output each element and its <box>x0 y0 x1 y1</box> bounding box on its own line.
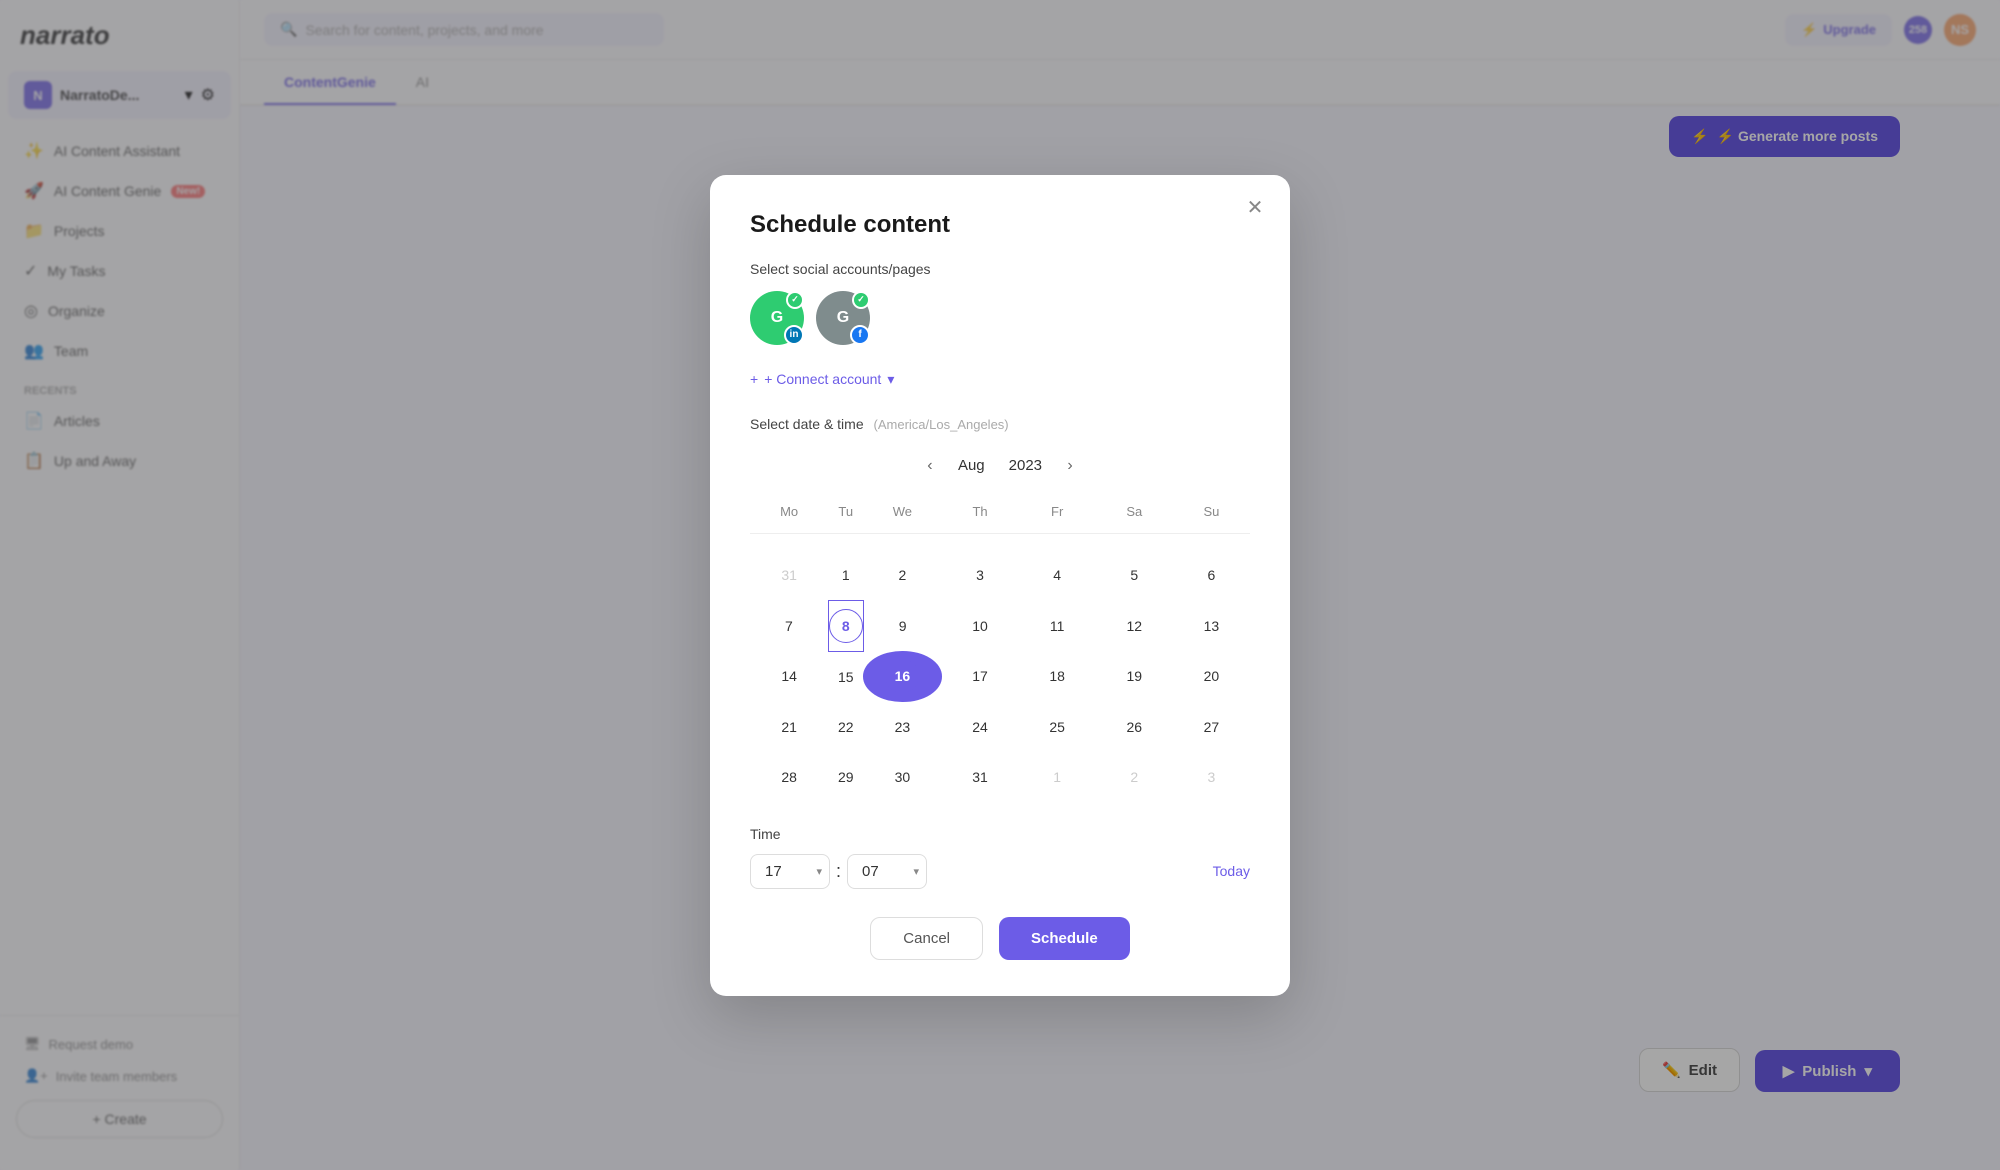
calendar-day[interactable]: 27 <box>1173 702 1250 752</box>
calendar-next-button[interactable]: › <box>1054 450 1086 482</box>
calendar-header: ‹ Aug 2023 › <box>750 450 1250 482</box>
calendar-day[interactable]: 14 <box>750 651 828 702</box>
weekday-tu: Tu <box>828 498 863 525</box>
calendar-day[interactable]: 6 <box>1173 550 1250 601</box>
datetime-section-label: Select date & time (America/Los_Angeles) <box>750 416 1250 432</box>
calendar-day[interactable]: 24 <box>942 702 1019 752</box>
timezone-label: (America/Los_Angeles) <box>874 417 1009 432</box>
facebook-badge: f <box>850 325 870 345</box>
weekday-fr: Fr <box>1019 498 1096 525</box>
calendar-grid: Mo Tu We Th Fr Sa Su 3112345678910111213… <box>750 498 1250 802</box>
calendar-day[interactable]: 8 <box>828 600 863 651</box>
time-section: Time 17 000102 030405 060708 091011 1213… <box>750 826 1250 889</box>
calendar-day[interactable]: 11 <box>1019 600 1096 651</box>
calendar-week-row: 14151617181920 <box>750 651 1250 702</box>
weekday-we: We <box>863 498 941 525</box>
calendar-day[interactable]: 28 <box>750 752 828 802</box>
calendar: ‹ Aug 2023 › Mo Tu We Th Fr Sa Su <box>750 450 1250 802</box>
calendar-week-row: 28293031123 <box>750 752 1250 802</box>
calendar-weekdays-row: Mo Tu We Th Fr Sa Su <box>750 498 1250 525</box>
calendar-day[interactable]: 22 <box>828 702 863 752</box>
calendar-day[interactable]: 7 <box>750 600 828 651</box>
weekday-sa: Sa <box>1096 498 1173 525</box>
weekday-su: Su <box>1173 498 1250 525</box>
modal-overlay: ✕ Schedule content Select social account… <box>0 0 2000 1170</box>
calendar-day[interactable]: 26 <box>1096 702 1173 752</box>
facebook-account[interactable]: G ✓ f <box>816 291 870 345</box>
minute-select[interactable]: 07 0015 3045 <box>847 854 927 889</box>
schedule-button[interactable]: Schedule <box>999 917 1130 960</box>
modal-close-button[interactable]: ✕ <box>1240 193 1270 223</box>
calendar-day[interactable]: 3 <box>942 550 1019 601</box>
calendar-day[interactable]: 9 <box>863 600 941 651</box>
connect-account-button[interactable]: + + Connect account ▾ <box>750 365 894 394</box>
modal-footer: Cancel Schedule <box>750 917 1250 960</box>
calendar-day[interactable]: 20 <box>1173 651 1250 702</box>
plus-icon: + <box>750 371 758 387</box>
calendar-day[interactable]: 18 <box>1019 651 1096 702</box>
calendar-day[interactable]: 23 <box>863 702 941 752</box>
minute-select-wrap: 07 0015 3045 ▾ <box>847 854 927 889</box>
calendar-week-row: 31123456 <box>750 550 1250 601</box>
calendar-day[interactable]: 29 <box>828 752 863 802</box>
linkedin-badge: in <box>784 325 804 345</box>
linkedin-check-icon: ✓ <box>786 291 804 309</box>
calendar-day[interactable]: 19 <box>1096 651 1173 702</box>
calendar-day[interactable]: 17 <box>942 651 1019 702</box>
calendar-month: Aug <box>958 457 985 474</box>
facebook-check-icon: ✓ <box>852 291 870 309</box>
time-colon: : <box>830 861 847 882</box>
today-button[interactable]: Today <box>1213 863 1250 879</box>
hour-select[interactable]: 17 000102 030405 060708 091011 121314 15… <box>750 854 830 889</box>
calendar-day[interactable]: 1 <box>828 550 863 601</box>
connect-account-label: + Connect account <box>764 371 881 387</box>
calendar-week-row: 78910111213 <box>750 600 1250 651</box>
time-section-label: Time <box>750 826 1250 842</box>
connect-account-chevron: ▾ <box>887 371 894 388</box>
hour-select-wrap: 17 000102 030405 060708 091011 121314 15… <box>750 854 830 889</box>
calendar-day[interactable]: 15 <box>828 651 863 702</box>
modal-title: Schedule content <box>750 211 1250 239</box>
weekday-th: Th <box>942 498 1019 525</box>
schedule-modal: ✕ Schedule content Select social account… <box>710 175 1290 996</box>
calendar-day[interactable]: 10 <box>942 600 1019 651</box>
calendar-day: 2 <box>1096 752 1173 802</box>
calendar-week-row: 21222324252627 <box>750 702 1250 752</box>
calendar-day: 31 <box>750 550 828 601</box>
calendar-day: 1 <box>1019 752 1096 802</box>
accounts-row: G ✓ in G ✓ f <box>750 291 1250 345</box>
calendar-prev-button[interactable]: ‹ <box>914 450 946 482</box>
cancel-button[interactable]: Cancel <box>870 917 983 960</box>
calendar-day[interactable]: 2 <box>863 550 941 601</box>
calendar-day[interactable]: 21 <box>750 702 828 752</box>
calendar-day[interactable]: 25 <box>1019 702 1096 752</box>
calendar-day: 3 <box>1173 752 1250 802</box>
calendar-day[interactable]: 4 <box>1019 550 1096 601</box>
weekday-mo: Mo <box>750 498 828 525</box>
calendar-day[interactable]: 12 <box>1096 600 1173 651</box>
calendar-day[interactable]: 13 <box>1173 600 1250 651</box>
time-row: 17 000102 030405 060708 091011 121314 15… <box>750 854 1250 889</box>
calendar-day[interactable]: 31 <box>942 752 1019 802</box>
calendar-day[interactable]: 16 <box>863 651 941 702</box>
calendar-day[interactable]: 5 <box>1096 550 1173 601</box>
linkedin-account[interactable]: G ✓ in <box>750 291 804 345</box>
accounts-section-label: Select social accounts/pages <box>750 261 1250 277</box>
calendar-day[interactable]: 30 <box>863 752 941 802</box>
calendar-year: 2023 <box>1009 457 1042 474</box>
